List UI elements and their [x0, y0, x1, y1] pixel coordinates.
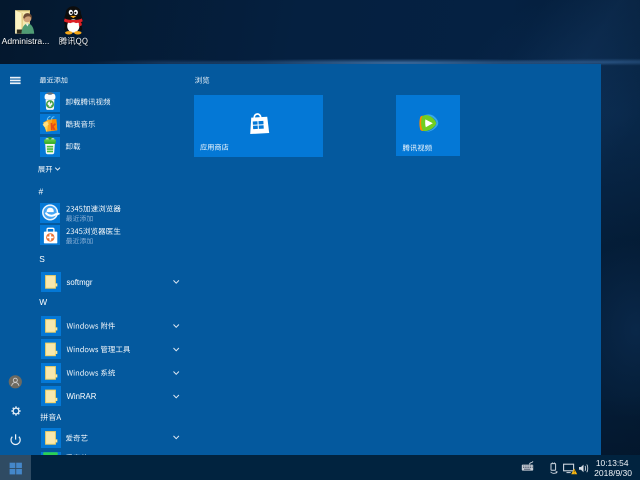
svg-text:S: S [39, 254, 45, 264]
svg-text:#: # [39, 187, 44, 197]
svg-text:Administra...: Administra... [2, 36, 50, 46]
svg-text:2018/9/30: 2018/9/30 [594, 468, 632, 478]
svg-text:10:13:54: 10:13:54 [596, 458, 629, 468]
svg-text:WinRAR: WinRAR [67, 392, 97, 401]
svg-text:W: W [39, 297, 47, 307]
svg-text:softmgr: softmgr [67, 278, 93, 287]
